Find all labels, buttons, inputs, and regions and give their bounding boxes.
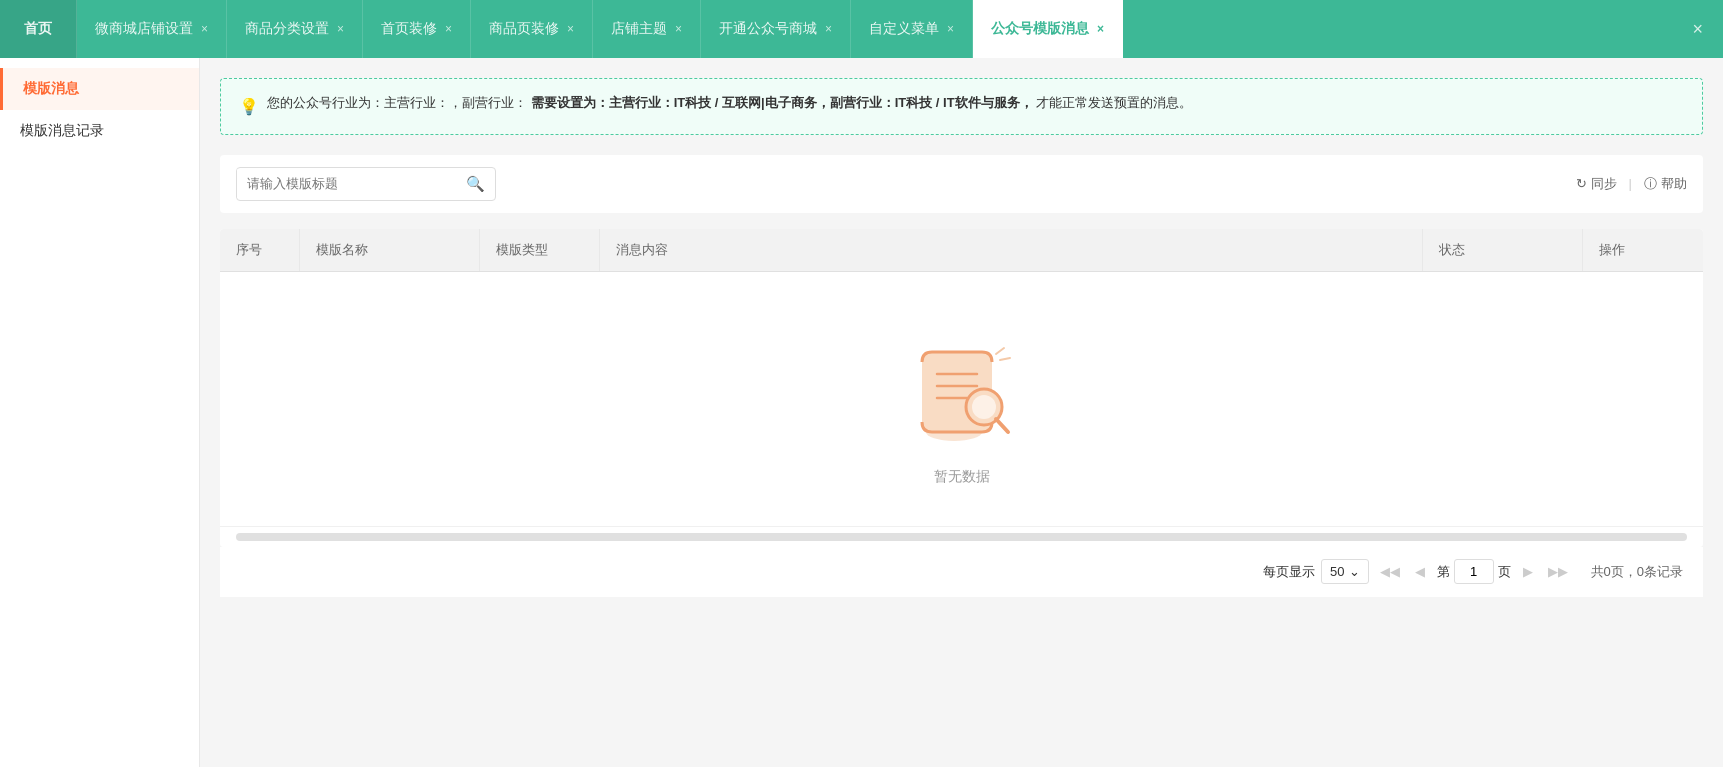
main-layout: 模版消息 模版消息记录 💡 您的公众号行业为：主营行业：，副营行业： 需要设置为… (0, 58, 1723, 767)
current-page-input[interactable] (1454, 559, 1494, 584)
th-status: 状态 (1423, 229, 1583, 271)
pagination: 每页显示 50 ⌄ ◀◀ ◀ 第 页 ▶ ▶▶ 共0页，0条记录 (220, 547, 1703, 597)
tab-theme[interactable]: 店铺主题 × (593, 0, 701, 58)
tab-custommenu[interactable]: 自定义菜单 × (851, 0, 973, 58)
last-page-button[interactable]: ▶▶ (1545, 559, 1571, 585)
toolbar: 🔍 ↻ 同步 | ⓘ 帮助 (220, 155, 1703, 213)
search-wrap: 🔍 (236, 167, 496, 201)
search-input[interactable] (237, 169, 456, 198)
help-icon: ⓘ (1644, 175, 1657, 193)
page-nav: ◀◀ ◀ 第 页 ▶ ▶▶ (1377, 559, 1571, 585)
tab-theme-close[interactable]: × (675, 23, 682, 35)
scroll-bar-area (220, 526, 1703, 547)
data-table: 序号 模版名称 模版类型 消息内容 状态 操作 (220, 229, 1703, 547)
page-di-label: 第 (1437, 563, 1450, 581)
tab-category-label: 商品分类设置 (245, 20, 329, 38)
sidebar-item-template-log-label: 模版消息记录 (20, 122, 104, 138)
th-seq: 序号 (220, 229, 300, 271)
th-type: 模版类型 (480, 229, 600, 271)
search-icon: 🔍 (466, 175, 485, 192)
svg-line-7 (996, 348, 1004, 354)
help-label: 帮助 (1661, 175, 1687, 193)
tab-productpage[interactable]: 商品页装修 × (471, 0, 593, 58)
prev-page-button[interactable]: ◀ (1407, 559, 1433, 585)
table-header: 序号 模版名称 模版类型 消息内容 状态 操作 (220, 229, 1703, 272)
notice-prefix: 您的公众号行业为：主营行业：，副营行业： (267, 95, 527, 110)
notice-text: 您的公众号行业为：主营行业：，副营行业： 需要设置为：主营行业：IT科技 / 互… (267, 93, 1192, 114)
th-action: 操作 (1583, 229, 1703, 271)
sync-button[interactable]: ↻ 同步 (1576, 175, 1617, 193)
tab-bar-close-all[interactable]: × (1672, 19, 1723, 40)
tab-weishop[interactable]: 微商城店铺设置 × (77, 0, 227, 58)
page-total: 共0页，0条记录 (1591, 563, 1683, 581)
tab-weishop-label: 微商城店铺设置 (95, 20, 193, 38)
help-button[interactable]: ⓘ 帮助 (1644, 175, 1687, 193)
empty-text: 暂无数据 (934, 468, 990, 486)
svg-point-5 (972, 395, 996, 419)
tab-theme-label: 店铺主题 (611, 20, 667, 38)
tab-custommenu-label: 自定义菜单 (869, 20, 939, 38)
page-size-wrap: 每页显示 50 ⌄ (1263, 559, 1368, 584)
notice-box: 💡 您的公众号行业为：主营行业：，副营行业： 需要设置为：主营行业：IT科技 /… (220, 78, 1703, 135)
tab-home[interactable]: 首页 (0, 0, 77, 58)
tab-template-label: 公众号模版消息 (991, 20, 1089, 38)
tab-productpage-close[interactable]: × (567, 23, 574, 35)
search-button[interactable]: 🔍 (456, 168, 495, 200)
chevron-down-icon: ⌄ (1349, 564, 1360, 579)
notice-suffix: 才能正常发送预置的消息。 (1036, 95, 1192, 110)
notice-highlight: 需要设置为：主营行业：IT科技 / 互联网|电子商务，副营行业：IT科技 / I… (531, 95, 1033, 110)
sync-icon: ↻ (1576, 176, 1587, 191)
tab-homepage-close[interactable]: × (445, 23, 452, 35)
th-content: 消息内容 (600, 229, 1423, 271)
horizontal-scrollbar[interactable] (236, 533, 1687, 541)
tab-mall[interactable]: 开通公众号商城 × (701, 0, 851, 58)
next-page-button[interactable]: ▶ (1515, 559, 1541, 585)
th-name: 模版名称 (300, 229, 480, 271)
tab-template[interactable]: 公众号模版消息 × (973, 0, 1123, 58)
bulb-icon: 💡 (239, 94, 259, 120)
tab-home-label: 首页 (24, 20, 52, 38)
page-size-select[interactable]: 50 ⌄ (1321, 559, 1368, 584)
sync-label: 同步 (1591, 175, 1617, 193)
first-page-button[interactable]: ◀◀ (1377, 559, 1403, 585)
svg-line-6 (996, 419, 1008, 432)
tab-category[interactable]: 商品分类设置 × (227, 0, 363, 58)
tab-homepage-label: 首页装修 (381, 20, 437, 38)
tab-category-close[interactable]: × (337, 23, 344, 35)
toolbar-divider: | (1629, 176, 1632, 191)
tab-custommenu-close[interactable]: × (947, 23, 954, 35)
content-area: 💡 您的公众号行业为：主营行业：，副营行业： 需要设置为：主营行业：IT科技 /… (200, 58, 1723, 767)
sidebar-item-template-msg-label: 模版消息 (23, 80, 79, 96)
tab-mall-close[interactable]: × (825, 23, 832, 35)
svg-line-8 (1000, 358, 1010, 360)
page-size-value: 50 (1330, 564, 1344, 579)
empty-illustration (902, 332, 1022, 452)
tab-productpage-label: 商品页装修 (489, 20, 559, 38)
tab-homepage[interactable]: 首页装修 × (363, 0, 471, 58)
sidebar-item-template-log[interactable]: 模版消息记录 (0, 110, 199, 152)
toolbar-right: ↻ 同步 | ⓘ 帮助 (1576, 175, 1687, 193)
page-size-label: 每页显示 (1263, 563, 1315, 581)
tab-weishop-close[interactable]: × (201, 23, 208, 35)
empty-state: 暂无数据 (220, 272, 1703, 526)
page-unit-label: 页 (1498, 563, 1511, 581)
sidebar-item-template-msg[interactable]: 模版消息 (0, 68, 199, 110)
tab-template-close[interactable]: × (1097, 23, 1104, 35)
tab-mall-label: 开通公众号商城 (719, 20, 817, 38)
sidebar: 模版消息 模版消息记录 (0, 58, 200, 767)
tab-bar: 首页 微商城店铺设置 × 商品分类设置 × 首页装修 × 商品页装修 × 店铺主… (0, 0, 1723, 58)
